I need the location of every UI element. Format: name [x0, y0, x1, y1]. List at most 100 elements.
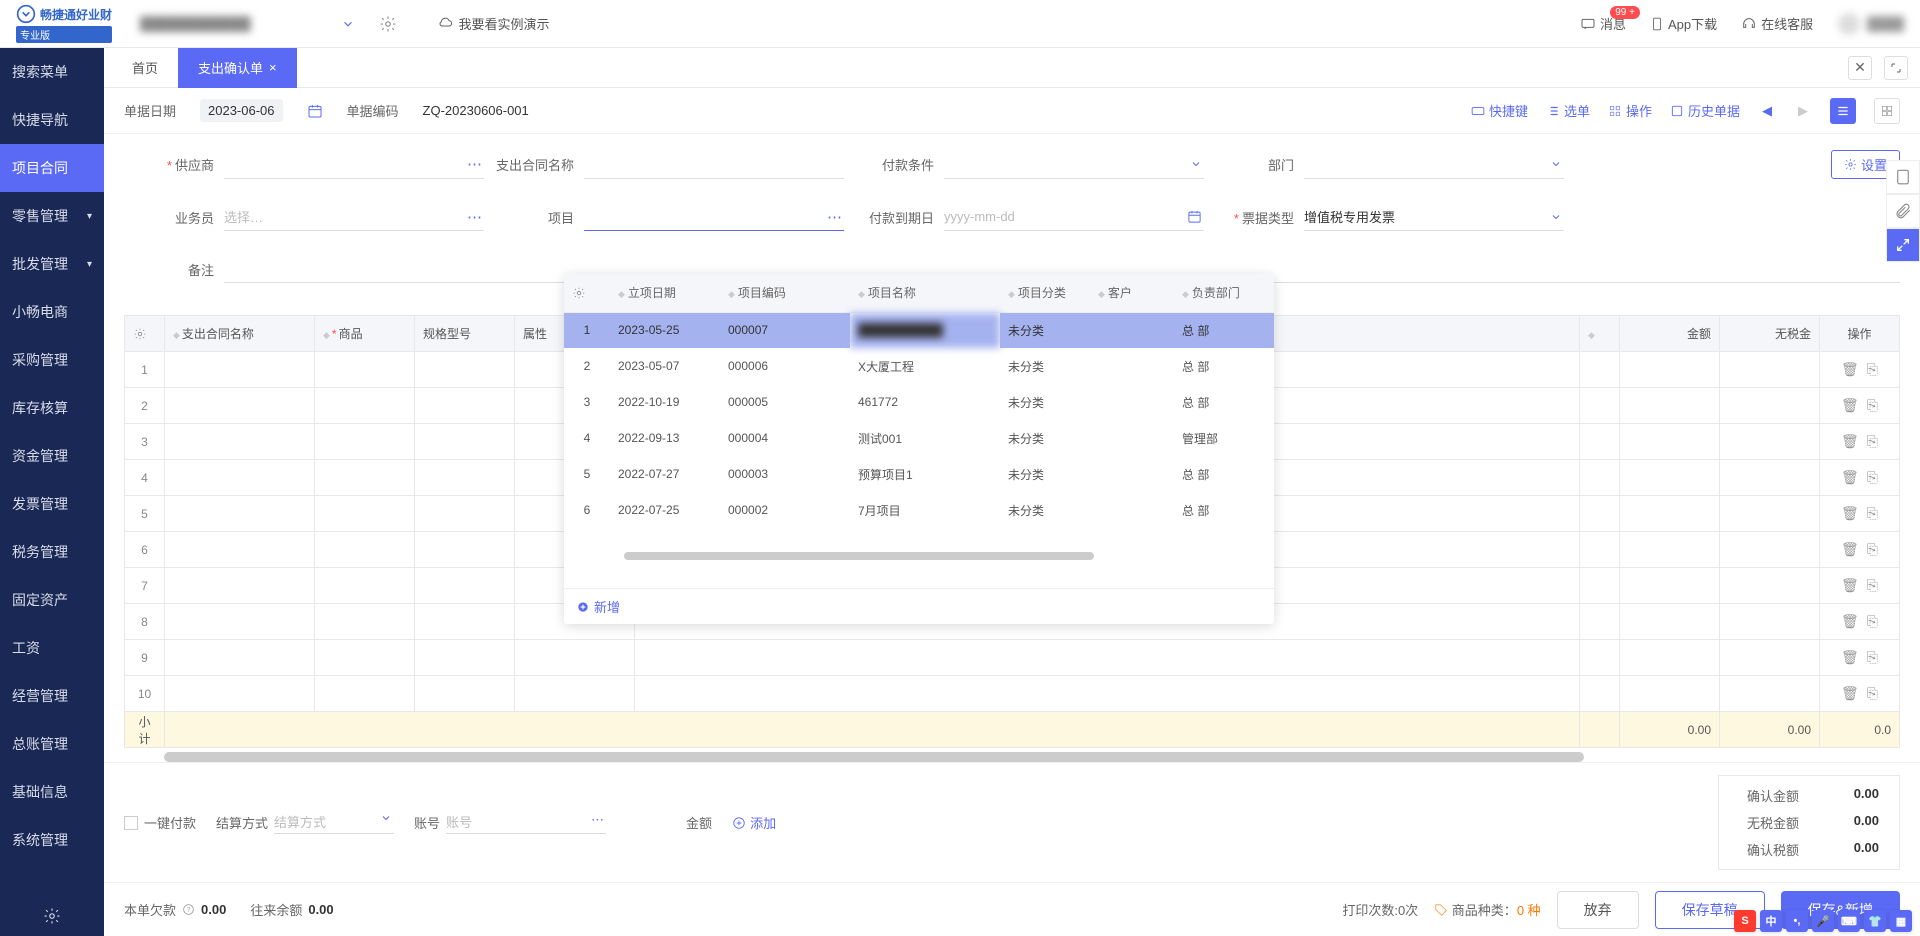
sidebar-item[interactable]: 工资: [0, 624, 104, 672]
col-contract-name[interactable]: ◆支出合同名称: [165, 316, 315, 352]
ime-punct-icon[interactable]: •,: [1786, 910, 1808, 932]
tab-close-all-button[interactable]: ✕: [1848, 56, 1872, 80]
add-settlement-button[interactable]: 添加: [732, 813, 776, 832]
col-spec[interactable]: 规格型号: [415, 316, 515, 352]
sidebar-item[interactable]: 税务管理: [0, 528, 104, 576]
user-menu[interactable]: ████: [1837, 12, 1904, 36]
layout-grid-button[interactable]: [1874, 98, 1900, 124]
help-icon[interactable]: ?: [182, 903, 195, 916]
prev-doc-button[interactable]: ◀: [1758, 103, 1776, 119]
table-row[interactable]: 9 🗑⎘: [125, 640, 1900, 676]
sidebar-item[interactable]: 库存核算: [0, 384, 104, 432]
dd-col-cust[interactable]: ◆客户: [1090, 274, 1174, 312]
tab-expand-button[interactable]: [1884, 56, 1908, 80]
sidebar-item[interactable]: 资金管理: [0, 432, 104, 480]
next-doc-button[interactable]: ▶: [1794, 103, 1812, 119]
col-notax[interactable]: 无税金: [1720, 316, 1820, 352]
horizontal-scrollbar[interactable]: [124, 752, 1900, 762]
settle-method-select[interactable]: 结算方式: [274, 812, 394, 834]
ime-tool-icon[interactable]: ▦: [1890, 910, 1912, 932]
copy-row-icon[interactable]: ⎘: [1867, 433, 1878, 449]
calendar-icon[interactable]: [1187, 209, 1202, 224]
date-value[interactable]: 2023-06-06: [200, 99, 283, 122]
operations-button[interactable]: 操作: [1608, 101, 1652, 120]
sidebar-item[interactable]: 固定资产: [0, 576, 104, 624]
discard-button[interactable]: 放弃: [1557, 891, 1639, 929]
hotkey-button[interactable]: 快捷键: [1471, 101, 1528, 120]
chevron-down-icon[interactable]: [1190, 158, 1202, 170]
onekey-pay[interactable]: 一键付款: [124, 813, 196, 832]
float-expand-button[interactable]: [1886, 228, 1920, 262]
due-date-input[interactable]: yyyy-mm-dd: [944, 203, 1204, 231]
ime-kb-icon[interactable]: ⌨: [1838, 910, 1860, 932]
messages-button[interactable]: 消息 99 +: [1580, 14, 1626, 33]
customer-service-button[interactable]: 在线客服: [1741, 14, 1813, 33]
copy-row-icon[interactable]: ⎘: [1867, 649, 1878, 665]
dd-col-cat[interactable]: ◆项目分类: [1000, 274, 1090, 312]
delete-row-icon[interactable]: 🗑: [1841, 577, 1859, 593]
company-dropdown-icon[interactable]: [341, 17, 355, 31]
sidebar-item[interactable]: 零售管理▾: [0, 192, 104, 240]
pay-condition-input[interactable]: [944, 151, 1204, 179]
dropdown-add-button[interactable]: 新增: [576, 597, 1262, 616]
layout-list-button[interactable]: [1830, 98, 1856, 124]
account-select[interactable]: 账号⋯: [446, 812, 606, 834]
ime-mic-icon[interactable]: 🎤: [1812, 910, 1834, 932]
delete-row-icon[interactable]: 🗑: [1841, 541, 1859, 557]
contract-name-input[interactable]: [584, 151, 844, 179]
copy-row-icon[interactable]: ⎘: [1867, 577, 1878, 593]
demo-link[interactable]: 我要看实例演示: [437, 14, 550, 33]
copy-row-icon[interactable]: ⎘: [1867, 613, 1878, 629]
delete-row-icon[interactable]: 🗑: [1841, 685, 1859, 701]
project-input[interactable]: ⋯: [584, 203, 844, 231]
salesperson-input[interactable]: 选择…⋯: [224, 203, 484, 231]
sidebar-item[interactable]: 经营管理: [0, 672, 104, 720]
dropdown-row[interactable]: 12023-05-25000007██████████未分类总 部: [564, 312, 1274, 348]
copy-row-icon[interactable]: ⎘: [1867, 361, 1878, 377]
chevron-down-icon[interactable]: [1550, 158, 1562, 170]
settings-icon[interactable]: [379, 15, 397, 33]
dd-col-date[interactable]: ◆立项日期: [610, 274, 720, 312]
dropdown-row[interactable]: 62022-07-250000027月项目未分类总 部: [564, 492, 1274, 528]
dropdown-scrollbar[interactable]: [614, 552, 1224, 560]
tab-close-icon[interactable]: ×: [269, 60, 277, 75]
col-gear[interactable]: [125, 316, 165, 352]
select-doc-button[interactable]: 选单: [1546, 101, 1590, 120]
table-row[interactable]: 10 🗑⎘: [125, 676, 1900, 712]
dd-col-gear[interactable]: [564, 274, 610, 312]
sidebar-item[interactable]: 快捷导航: [0, 96, 104, 144]
float-note-button[interactable]: [1886, 160, 1920, 194]
more-icon[interactable]: ⋯: [467, 155, 482, 173]
delete-row-icon[interactable]: 🗑: [1841, 649, 1859, 665]
delete-row-icon[interactable]: 🗑: [1841, 361, 1859, 377]
delete-row-icon[interactable]: 🗑: [1841, 613, 1859, 629]
supplier-input[interactable]: ⋯: [224, 151, 484, 179]
sidebar-item[interactable]: 小畅电商: [0, 288, 104, 336]
invoice-type-input[interactable]: 增值税专用发票: [1304, 203, 1564, 231]
copy-row-icon[interactable]: ⎘: [1867, 397, 1878, 413]
copy-row-icon[interactable]: ⎘: [1867, 469, 1878, 485]
chevron-down-icon[interactable]: [1550, 211, 1562, 223]
sidebar-item[interactable]: 基础信息: [0, 768, 104, 816]
sidebar-item[interactable]: 采购管理: [0, 336, 104, 384]
more-icon[interactable]: ⋯: [827, 208, 842, 226]
sidebar-item[interactable]: 搜索菜单: [0, 48, 104, 96]
tab-expense-confirm[interactable]: 支出确认单 ×: [178, 48, 297, 88]
dept-input[interactable]: [1304, 151, 1564, 179]
dropdown-row[interactable]: 52022-07-27000003预算项目1未分类总 部: [564, 456, 1274, 492]
ime-s-icon[interactable]: S: [1734, 910, 1756, 932]
tab-home[interactable]: 首页: [112, 48, 178, 88]
delete-row-icon[interactable]: 🗑: [1841, 505, 1859, 521]
delete-row-icon[interactable]: 🗑: [1841, 469, 1859, 485]
dd-col-code[interactable]: ◆项目编码: [720, 274, 850, 312]
sidebar-settings-button[interactable]: [0, 896, 104, 936]
company-selector[interactable]: ████████████: [140, 16, 251, 31]
delete-row-icon[interactable]: 🗑: [1841, 433, 1859, 449]
sidebar-item[interactable]: 项目合同: [0, 144, 104, 192]
col-amount[interactable]: 金额: [1620, 316, 1720, 352]
calendar-icon[interactable]: [307, 103, 323, 119]
dropdown-row[interactable]: 42022-09-13000004测试001未分类管理部: [564, 420, 1274, 456]
dd-col-dept[interactable]: ◆负责部门: [1174, 274, 1274, 312]
ime-cn-icon[interactable]: 中: [1760, 910, 1782, 932]
ime-skin-icon[interactable]: 👕: [1864, 910, 1886, 932]
